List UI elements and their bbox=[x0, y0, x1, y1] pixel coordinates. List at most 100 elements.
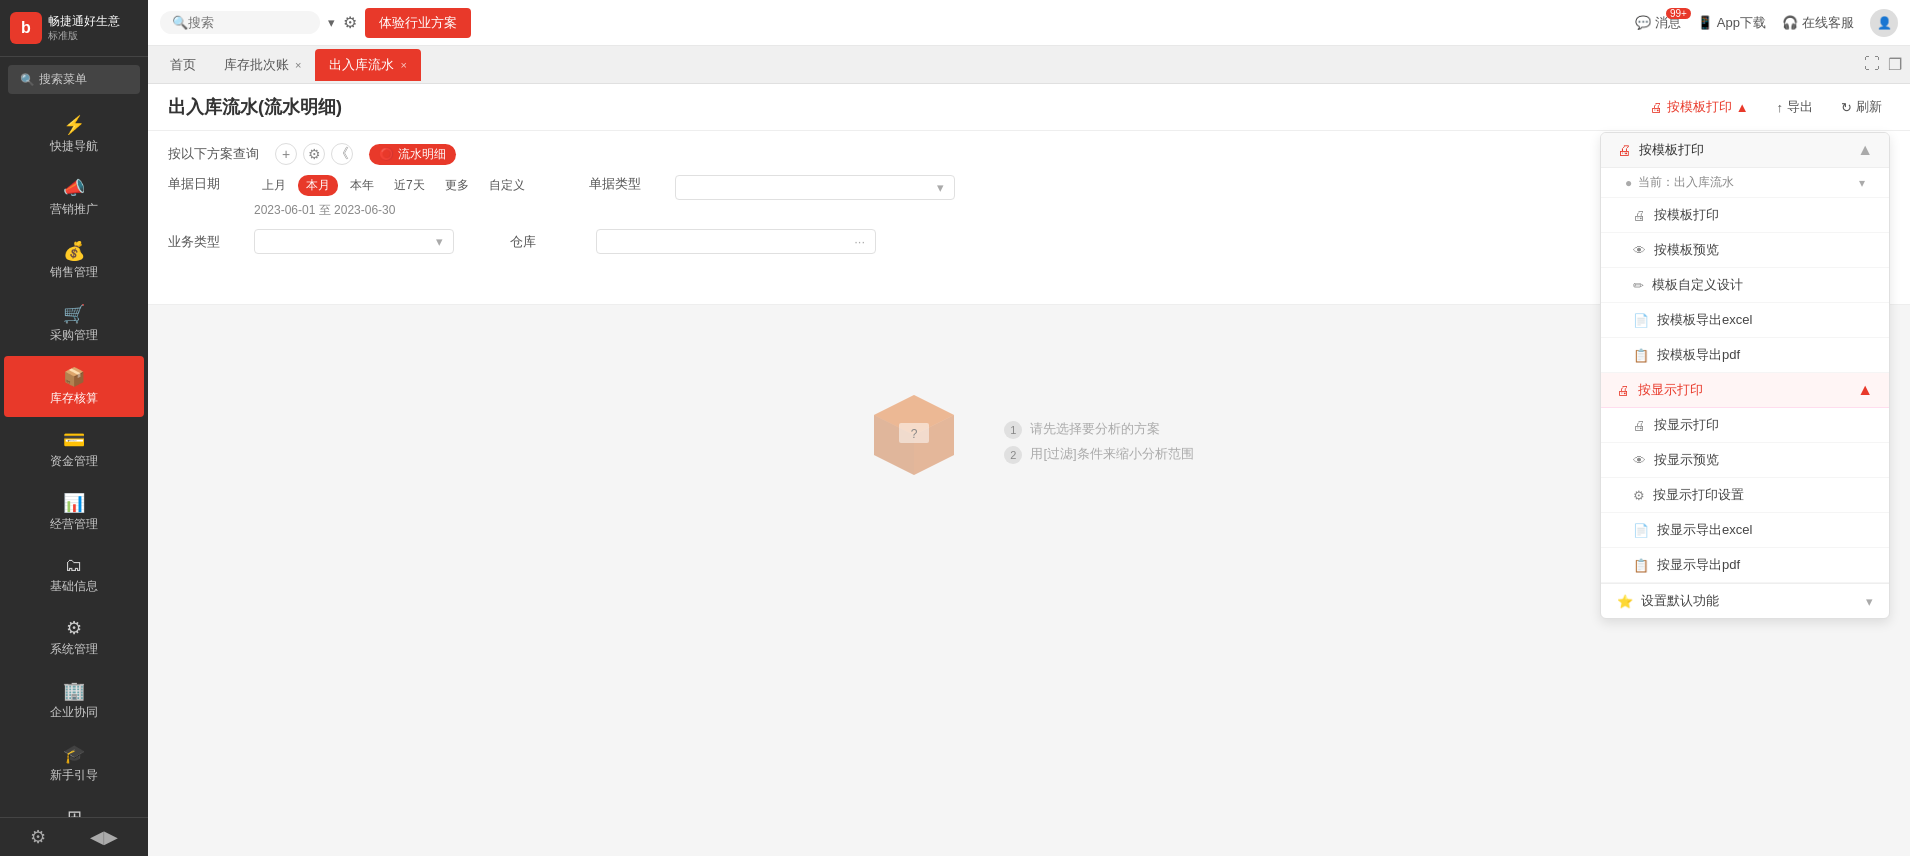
print-template-btn[interactable]: 🖨 按模板打印 ▲ bbox=[1642, 94, 1757, 120]
sidebar-search[interactable]: 🔍 搜索菜单 bbox=[8, 65, 140, 94]
sidebar-item-apps[interactable]: ⊞ 应用中心 bbox=[4, 796, 144, 817]
page-title: 出入库流水(流水明细) bbox=[168, 95, 342, 119]
filter-collapse-btn[interactable]: 《 bbox=[331, 143, 353, 165]
export-btn[interactable]: ↑ 导出 bbox=[1769, 94, 1822, 120]
restore-icon[interactable]: ❐ bbox=[1888, 55, 1902, 74]
sidebar-item-purchase[interactable]: 🛒 采购管理 bbox=[4, 293, 144, 354]
chevron-down-icon: ▾ bbox=[328, 15, 335, 30]
template-print-item[interactable]: 🖨 按模板打印 bbox=[1601, 198, 1889, 233]
excel-icon: 📄 bbox=[1633, 313, 1649, 328]
doc-type-select[interactable]: ▾ bbox=[675, 175, 955, 200]
close-tab-flow[interactable]: × bbox=[400, 59, 406, 71]
logo-text: 畅捷通好生意 标准版 bbox=[48, 14, 120, 43]
date-this-month[interactable]: 本月 bbox=[298, 175, 338, 196]
tab-flow[interactable]: 出入库流水 × bbox=[315, 49, 420, 81]
sidebar: b 畅捷通好生意 标准版 🔍 搜索菜单 ⚡ 快捷导航 📣 营销推广 💰 销售管理… bbox=[0, 0, 148, 856]
collapse-sidebar-icon[interactable]: ◀▶ bbox=[90, 826, 118, 848]
filter-settings-btn[interactable]: ⚙ bbox=[303, 143, 325, 165]
sidebar-item-finance[interactable]: 💳 资金管理 bbox=[4, 419, 144, 480]
message-icon: 💬 bbox=[1635, 15, 1651, 30]
sidebar-item-basic[interactable]: 🗂 基础信息 bbox=[4, 545, 144, 605]
sidebar-item-label: 企业协同 bbox=[50, 704, 98, 721]
pdf-display-icon: 📋 bbox=[1633, 558, 1649, 573]
sidebar-item-system[interactable]: ⚙ 系统管理 bbox=[4, 607, 144, 668]
settings-bottom-icon[interactable]: ⚙ bbox=[30, 826, 46, 848]
close-tab-batch[interactable]: × bbox=[295, 59, 301, 71]
date-custom[interactable]: 自定义 bbox=[481, 175, 533, 196]
page-header: 出入库流水(流水明细) 🖨 按模板打印 ▲ ↑ 导出 ↻ 刷新 bbox=[148, 84, 1910, 131]
chevron-up-icon: ▲ bbox=[1857, 141, 1873, 159]
template-print-section-header[interactable]: 🖨 按模板打印 ▲ bbox=[1601, 133, 1889, 168]
search-icon: 🔍 bbox=[20, 73, 35, 87]
sidebar-item-guide[interactable]: 🎓 新手引导 bbox=[4, 733, 144, 794]
sidebar-bottom: ⚙ ◀▶ bbox=[0, 817, 148, 856]
topbar-gear-btn[interactable]: ⚙ bbox=[343, 13, 357, 32]
sidebar-item-label: 采购管理 bbox=[50, 327, 98, 344]
inventory-icon: 📦 bbox=[63, 366, 85, 388]
filter-tag[interactable]: ⭕ 流水明细 bbox=[369, 144, 456, 165]
message-btn[interactable]: 💬 消息 99+ bbox=[1635, 14, 1681, 32]
sidebar-item-label: 营销推广 bbox=[50, 201, 98, 218]
topbar-search-icon: 🔍 bbox=[172, 15, 188, 30]
display-print-section-header[interactable]: 🖨 按显示打印 ▲ bbox=[1601, 373, 1889, 408]
purchase-icon: 🛒 bbox=[63, 303, 85, 325]
sidebar-item-enterprise[interactable]: 🏢 企业协同 bbox=[4, 670, 144, 731]
svg-text:?: ? bbox=[911, 427, 918, 441]
template-export-pdf-item[interactable]: 📋 按模板导出pdf bbox=[1601, 338, 1889, 373]
date-last7[interactable]: 近7天 bbox=[386, 175, 433, 196]
print-icon: 🖨 bbox=[1650, 100, 1663, 115]
template-export-excel-item[interactable]: 📄 按模板导出excel bbox=[1601, 303, 1889, 338]
tabbar-right-actions: ⛶ ❐ bbox=[1864, 55, 1902, 74]
topbar-dropdown[interactable]: ▾ bbox=[328, 15, 335, 30]
maximize-icon[interactable]: ⛶ bbox=[1864, 55, 1880, 74]
filter-add-btn[interactable]: + bbox=[275, 143, 297, 165]
set-default-btn[interactable]: ⭐ 设置默认功能 ▾ bbox=[1601, 583, 1889, 618]
date-prev-month[interactable]: 上月 bbox=[254, 175, 294, 196]
user-avatar-placeholder: 👤 bbox=[1877, 16, 1892, 30]
topbar: 🔍 ▾ ⚙ 体验行业方案 💬 消息 99+ 📱 App下载 🎧 在线客服 bbox=[148, 0, 1910, 46]
quick-icon: ⚡ bbox=[63, 114, 85, 136]
refresh-btn[interactable]: ↻ 刷新 bbox=[1833, 94, 1890, 120]
sidebar-item-sales[interactable]: 💰 销售管理 bbox=[4, 230, 144, 291]
avatar[interactable]: 👤 bbox=[1870, 9, 1898, 37]
display-export-pdf-item[interactable]: 📋 按显示导出pdf bbox=[1601, 548, 1889, 583]
page-content: 出入库流水(流水明细) 🖨 按模板打印 ▲ ↑ 导出 ↻ 刷新 bbox=[148, 84, 1910, 856]
warehouse-select[interactable]: ··· bbox=[596, 229, 876, 254]
topbar-search-box[interactable]: 🔍 bbox=[160, 11, 320, 34]
headset-icon: 🎧 bbox=[1782, 15, 1798, 30]
date-this-year[interactable]: 本年 bbox=[342, 175, 382, 196]
display-export-excel-item[interactable]: 📄 按显示导出excel bbox=[1601, 513, 1889, 548]
star-icon: ⭐ bbox=[1617, 594, 1633, 609]
sidebar-item-inventory[interactable]: 📦 库存核算 bbox=[4, 356, 144, 417]
sidebar-item-label: 库存核算 bbox=[50, 390, 98, 407]
main-area: 🔍 ▾ ⚙ 体验行业方案 💬 消息 99+ 📱 App下载 🎧 在线客服 bbox=[148, 0, 1910, 856]
app-download-btn[interactable]: 📱 App下载 bbox=[1697, 14, 1766, 32]
system-icon: ⚙ bbox=[66, 617, 82, 639]
sidebar-item-label: 新手引导 bbox=[50, 767, 98, 784]
operations-icon: 📊 bbox=[63, 492, 85, 514]
trial-btn[interactable]: 体验行业方案 bbox=[365, 8, 471, 38]
tab-home[interactable]: 首页 bbox=[156, 49, 210, 81]
guide-icon: 🎓 bbox=[63, 743, 85, 765]
sidebar-item-operations[interactable]: 📊 经营管理 bbox=[4, 482, 144, 543]
customer-service-btn[interactable]: 🎧 在线客服 bbox=[1782, 14, 1854, 32]
date-options: 上月 本月 本年 近7天 更多 自定义 bbox=[254, 175, 533, 196]
business-type-select[interactable]: ▾ bbox=[254, 229, 454, 254]
sidebar-item-quick[interactable]: ⚡ 快捷导航 bbox=[4, 104, 144, 165]
display-print-item[interactable]: 🖨 按显示打印 bbox=[1601, 408, 1889, 443]
display-print-settings-item[interactable]: ⚙ 按显示打印设置 bbox=[1601, 478, 1889, 513]
preview-icon: 👁 bbox=[1633, 243, 1646, 258]
template-preview-item[interactable]: 👁 按模板预览 bbox=[1601, 233, 1889, 268]
filter-tag-icon: ⭕ bbox=[379, 147, 394, 161]
chevron-down-icon: ▾ bbox=[1866, 594, 1873, 609]
design-icon: ✏ bbox=[1633, 278, 1644, 293]
date-more[interactable]: 更多 bbox=[437, 175, 477, 196]
tab-batch[interactable]: 库存批次账 × bbox=[210, 49, 315, 81]
search-input[interactable] bbox=[188, 15, 308, 30]
display-preview-item[interactable]: 👁 按显示预览 bbox=[1601, 443, 1889, 478]
excel-display-icon: 📄 bbox=[1633, 523, 1649, 538]
sidebar-item-marketing[interactable]: 📣 营销推广 bbox=[4, 167, 144, 228]
chevron-down-icon: ▾ bbox=[436, 234, 443, 249]
page-header-actions: 🖨 按模板打印 ▲ ↑ 导出 ↻ 刷新 bbox=[1642, 94, 1890, 120]
template-custom-item[interactable]: ✏ 模板自定义设计 bbox=[1601, 268, 1889, 303]
